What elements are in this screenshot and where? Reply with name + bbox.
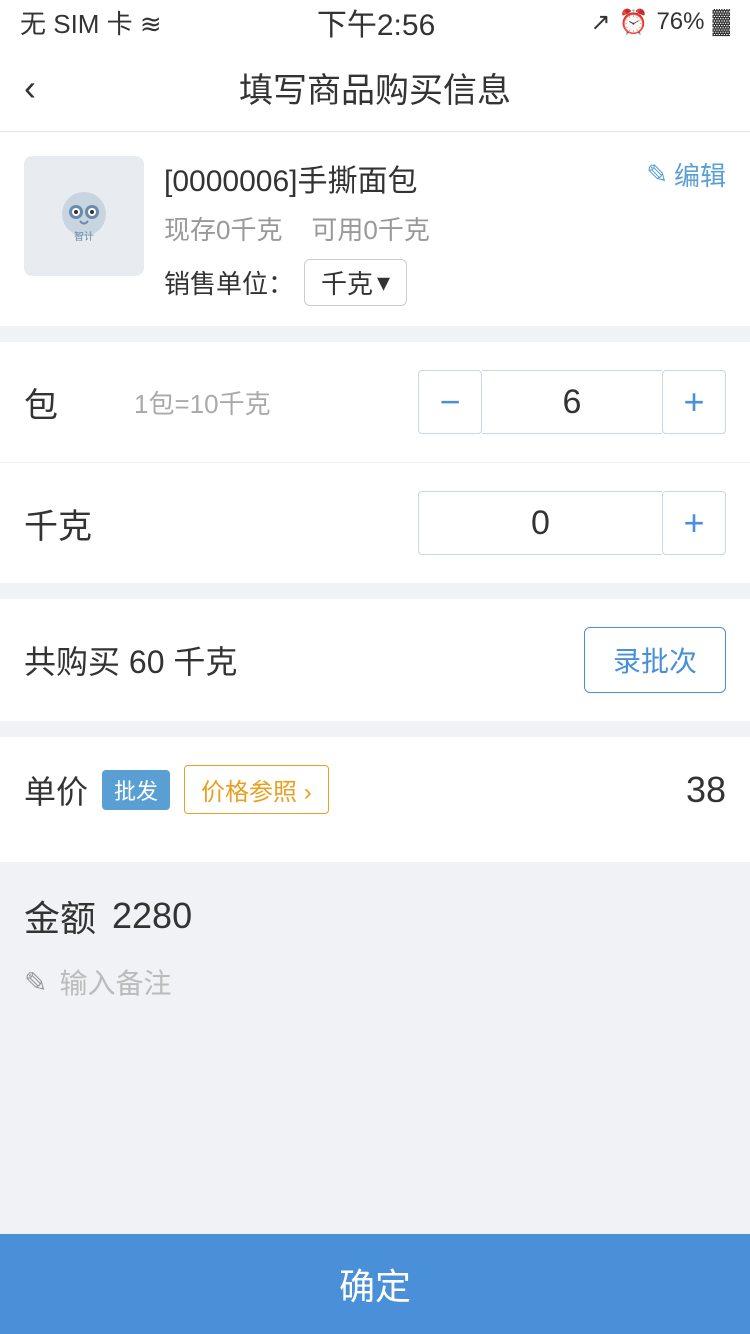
package-plus-button[interactable]: +	[662, 370, 726, 434]
price-label: 单价	[24, 767, 88, 813]
edit-icon: ✎	[646, 159, 668, 190]
nav-bar: ‹ 填写商品购买信息	[0, 44, 750, 132]
package-sublabel: 1包=10千克	[134, 384, 418, 421]
price-section: 单价 批发 价格参照 › 38	[0, 737, 750, 862]
battery-icon: ▓	[713, 8, 731, 36]
package-label: 包	[24, 378, 124, 427]
unit-select[interactable]: 千克 ▾	[304, 259, 407, 306]
location-icon: ↗	[590, 8, 610, 37]
status-bar: 无 SIM 卡 ≋ 下午2:56 ↗ ⏰ 76% ▓	[0, 0, 750, 44]
price-value: 38	[686, 769, 726, 811]
edit-button[interactable]: ✎ 编辑	[646, 156, 726, 193]
amount-label: 金额	[24, 890, 96, 942]
note-placeholder: 输入备注	[59, 962, 171, 1002]
summary-text: 共购买 60 千克	[24, 637, 237, 683]
product-section: 智计 [0000006]手撕面包 ✎ 编辑 现存0千克 可用0千克 销售单位： …	[0, 132, 750, 326]
note-row[interactable]: ✎ 输入备注	[24, 962, 726, 1002]
product-logo-icon: 智计	[54, 186, 114, 246]
alarm-icon: ⏰	[619, 8, 649, 37]
price-row: 单价 批发 价格参照 › 38	[24, 765, 726, 814]
kg-controls: +	[418, 491, 726, 555]
page-title: 填写商品购买信息	[239, 63, 511, 112]
svg-text:智计: 智计	[74, 230, 94, 243]
batch-button[interactable]: 录批次	[584, 627, 726, 693]
product-unit-row: 销售单位： 千克 ▾	[164, 259, 726, 306]
status-carrier: 无 SIM 卡 ≋	[20, 4, 162, 41]
kg-row: 千克 +	[0, 463, 750, 583]
status-right: ↗ ⏰ 76% ▓	[590, 8, 730, 37]
product-info: [0000006]手撕面包 ✎ 编辑 现存0千克 可用0千克 销售单位： 千克 …	[164, 156, 726, 306]
status-time: 下午2:56	[317, 0, 435, 44]
kg-input[interactable]	[418, 491, 662, 555]
package-controls: − +	[418, 370, 726, 434]
dropdown-icon: ▾	[377, 267, 390, 298]
confirm-button[interactable]: 确定	[0, 1234, 750, 1334]
package-minus-button[interactable]: −	[418, 370, 482, 434]
kg-label: 千克	[24, 499, 124, 548]
amount-row: 金额 2280	[24, 890, 726, 942]
package-row: 包 1包=10千克 − +	[0, 342, 750, 463]
quantity-section: 包 1包=10千克 − + 千克 +	[0, 342, 750, 583]
summary-section: 共购买 60 千克 录批次	[0, 599, 750, 721]
product-name: [0000006]手撕面包	[164, 156, 417, 200]
back-button[interactable]: ‹	[24, 67, 36, 109]
product-stock: 现存0千克 可用0千克	[164, 210, 726, 247]
package-input[interactable]	[482, 370, 662, 434]
kg-plus-button[interactable]: +	[662, 491, 726, 555]
price-type-tag: 批发	[102, 770, 170, 810]
amount-section: 金额 2280 ✎ 输入备注	[0, 862, 750, 1162]
battery-level: 76%	[656, 8, 704, 36]
product-image: 智计	[24, 156, 144, 276]
price-reference-button[interactable]: 价格参照 ›	[184, 765, 329, 814]
amount-value: 2280	[112, 895, 192, 937]
pencil-icon: ✎	[24, 966, 47, 999]
